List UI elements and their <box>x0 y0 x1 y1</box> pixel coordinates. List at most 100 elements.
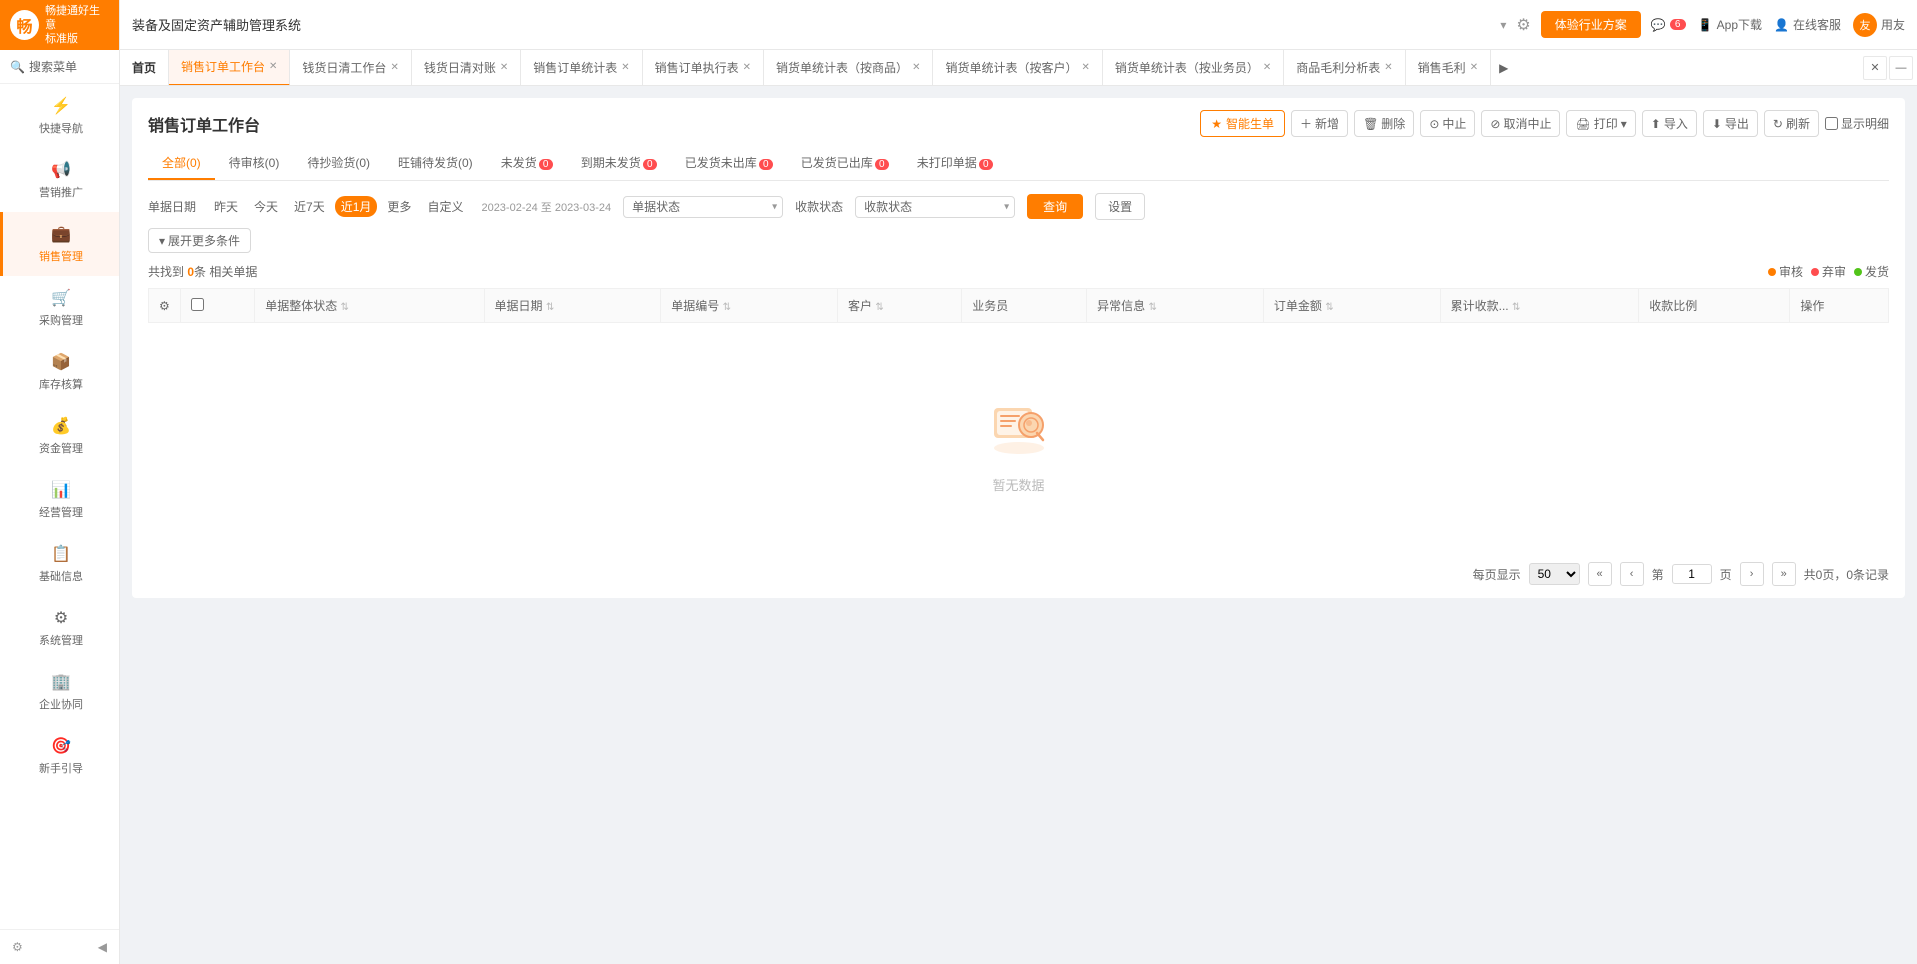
sort-number-icon[interactable]: ⇅ <box>723 302 731 313</box>
settings-btn[interactable]: ⚙ <box>1516 15 1530 35</box>
user-menu-btn[interactable]: 友 用友 <box>1853 13 1905 37</box>
smart-create-btn[interactable]: ★ 智能生单 <box>1200 110 1285 137</box>
sub-tab-shipped-out[interactable]: 已发货已出库0 <box>787 147 903 180</box>
tab-sales-summary-customer[interactable]: 销货单统计表（按客户） ✕ <box>933 50 1102 86</box>
message-btn[interactable]: 💬 6 <box>1651 18 1686 32</box>
export-btn[interactable]: ⬇ 导出 <box>1703 110 1758 137</box>
app-download-btn[interactable]: 📱 App下载 <box>1698 16 1762 33</box>
set-btn[interactable]: 设置 <box>1095 193 1145 220</box>
tab-close-sales-workbench[interactable]: ✕ <box>269 61 277 72</box>
tab-close-sales-summary-product[interactable]: ✕ <box>912 62 920 73</box>
sort-collected-icon[interactable]: ⇅ <box>1512 302 1520 313</box>
sidebar-item-operations[interactable]: 📊 经营管理 <box>0 468 119 532</box>
sidebar-item-guide[interactable]: 🎯 新手引导 <box>0 724 119 788</box>
sub-tab-pending-audit[interactable]: 待审核(0) <box>215 147 294 180</box>
search-menu-item[interactable]: 🔍 搜索菜单 <box>0 50 119 84</box>
dropdown-arrow-icon[interactable]: ▾ <box>1500 18 1506 32</box>
tab-sales-stat[interactable]: 销售订单统计表 ✕ <box>521 50 642 86</box>
tab-cash-reconcile[interactable]: 钱货日清对账 ✕ <box>412 50 521 86</box>
tab-sales-exec[interactable]: 销售订单执行表 ✕ <box>643 50 764 86</box>
sales-icon: 💼 <box>51 224 71 244</box>
tab-close-sales-stat[interactable]: ✕ <box>621 62 629 73</box>
audit-dot-icon <box>1768 268 1776 276</box>
sidebar-item-sales[interactable]: 💼 销售管理 <box>0 212 119 276</box>
first-page-btn[interactable]: « <box>1588 562 1612 586</box>
cancel-stop-btn[interactable]: ⊘ 取消中止 <box>1481 110 1560 137</box>
date-btn-7days[interactable]: 近7天 <box>288 196 331 217</box>
refresh-btn[interactable]: ↻ 刷新 <box>1764 110 1819 137</box>
sort-abnormal-icon[interactable]: ⇅ <box>1148 302 1156 313</box>
tab-close-sales-profit[interactable]: ✕ <box>1470 62 1478 73</box>
page-title: 销售订单工作台 <box>148 112 260 136</box>
delete-btn[interactable]: 🗑 删除 <box>1354 110 1414 137</box>
show-detail-checkbox[interactable] <box>1825 117 1838 130</box>
show-detail-checkbox-label[interactable]: 显示明细 <box>1825 115 1889 132</box>
next-page-btn[interactable]: › <box>1740 562 1764 586</box>
tab-sales-summary-staff[interactable]: 销货单统计表（按业务员） ✕ <box>1103 50 1284 86</box>
tab-close-sales-exec[interactable]: ✕ <box>743 62 751 73</box>
sub-tab-wangpu[interactable]: 旺铺待发货(0) <box>384 147 487 180</box>
sidebar-item-enterprise[interactable]: 🏢 企业协同 <box>0 660 119 724</box>
tab-action-minimize[interactable]: — <box>1889 56 1913 80</box>
tab-more-btn[interactable]: ▶ <box>1491 61 1516 75</box>
select-all-checkbox[interactable] <box>191 298 204 311</box>
sidebar-item-purchase[interactable]: 🛒 采购管理 <box>0 276 119 340</box>
online-service-btn[interactable]: 👤 在线客服 <box>1774 16 1841 33</box>
date-btn-custom[interactable]: 自定义 <box>421 196 469 217</box>
sub-tab-pending-inspect[interactable]: 待抄验货(0) <box>293 147 384 180</box>
empty-text: 暂无数据 <box>992 475 1044 494</box>
tab-home[interactable]: 首页 <box>120 50 169 86</box>
tab-close-sales-summary-staff[interactable]: ✕ <box>1263 62 1271 73</box>
sidebar-item-basic-info[interactable]: 📋 基础信息 <box>0 532 119 596</box>
sub-tab-not-printed[interactable]: 未打印单据0 <box>903 147 1007 180</box>
tab-sales-profit[interactable]: 销售毛利 ✕ <box>1406 50 1491 86</box>
sidebar-item-marketing[interactable]: 📢 营销推广 <box>0 148 119 212</box>
last-page-btn[interactable]: » <box>1772 562 1796 586</box>
date-btn-today[interactable]: 今天 <box>248 196 284 217</box>
tab-cash-daily[interactable]: 钱货日清工作台 ✕ <box>290 50 411 86</box>
ship-action-btn[interactable]: 发货 <box>1854 263 1889 280</box>
empty-state: 暂无数据 <box>149 323 1889 554</box>
date-btn-more[interactable]: 更多 <box>381 196 417 217</box>
page-number-input[interactable] <box>1672 564 1712 584</box>
sub-tab-not-shipped[interactable]: 未发货0 <box>487 147 567 180</box>
status-filter-select[interactable]: 单据状态 <box>623 196 783 218</box>
date-btn-yesterday[interactable]: 昨天 <box>208 196 244 217</box>
expand-filter-btn[interactable]: ▾ 展开更多条件 <box>148 228 251 253</box>
industry-solution-btn[interactable]: 体验行业方案 <box>1541 11 1641 38</box>
sidebar-item-quick-nav[interactable]: ⚡ 快捷导航 <box>0 84 119 148</box>
tab-action-close-others[interactable]: ✕ <box>1863 56 1887 80</box>
tab-close-cash-daily[interactable]: ✕ <box>390 62 398 73</box>
stop-btn[interactable]: ⊙ 中止 <box>1420 110 1475 137</box>
th-settings[interactable]: ⚙ <box>149 289 181 323</box>
sidebar-item-system[interactable]: ⚙ 系统管理 <box>0 596 119 660</box>
sidebar-item-finance[interactable]: 💰 资金管理 <box>0 404 119 468</box>
tab-close-cash-reconcile[interactable]: ✕ <box>500 62 508 73</box>
import-btn[interactable]: ⬆ 导入 <box>1642 110 1697 137</box>
th-checkbox[interactable] <box>180 289 254 323</box>
print-btn[interactable]: 🖨 打印 ▾ <box>1566 110 1635 137</box>
query-btn[interactable]: 查询 <box>1027 194 1083 219</box>
collapse-sidebar-btn[interactable]: ◀ <box>98 940 107 954</box>
sidebar-item-inventory[interactable]: 📦 库存核算 <box>0 340 119 404</box>
page-size-select[interactable]: 50 10 20 100 <box>1529 563 1580 585</box>
sub-tab-all[interactable]: 全部(0) <box>148 147 215 180</box>
sort-customer-icon[interactable]: ⇅ <box>875 302 883 313</box>
sort-status-icon[interactable]: ⇅ <box>341 302 349 313</box>
add-btn[interactable]: ＋ 新增 <box>1291 110 1348 137</box>
sub-tab-shipped-not-out[interactable]: 已发货未出库0 <box>671 147 787 180</box>
tab-close-product-margin[interactable]: ✕ <box>1384 62 1392 73</box>
payment-filter-select[interactable]: 收款状态 <box>855 196 1015 218</box>
sort-date-icon[interactable]: ⇅ <box>546 302 554 313</box>
revoke-action-btn[interactable]: 弃审 <box>1811 263 1846 280</box>
tab-sales-workbench[interactable]: 销售订单工作台 ✕ <box>169 50 290 86</box>
tab-product-margin[interactable]: 商品毛利分析表 ✕ <box>1284 50 1405 86</box>
date-btn-1month[interactable]: 近1月 <box>335 196 378 217</box>
prev-page-btn[interactable]: ‹ <box>1620 562 1644 586</box>
sort-amount-icon[interactable]: ⇅ <box>1325 302 1333 313</box>
settings-icon[interactable]: ⚙ <box>12 940 23 954</box>
sub-tab-overdue[interactable]: 到期未发货0 <box>567 147 671 180</box>
tab-sales-summary-product[interactable]: 销货单统计表（按商品） ✕ <box>764 50 933 86</box>
tab-close-sales-summary-customer[interactable]: ✕ <box>1081 62 1089 73</box>
audit-action-btn[interactable]: 审核 <box>1768 263 1803 280</box>
